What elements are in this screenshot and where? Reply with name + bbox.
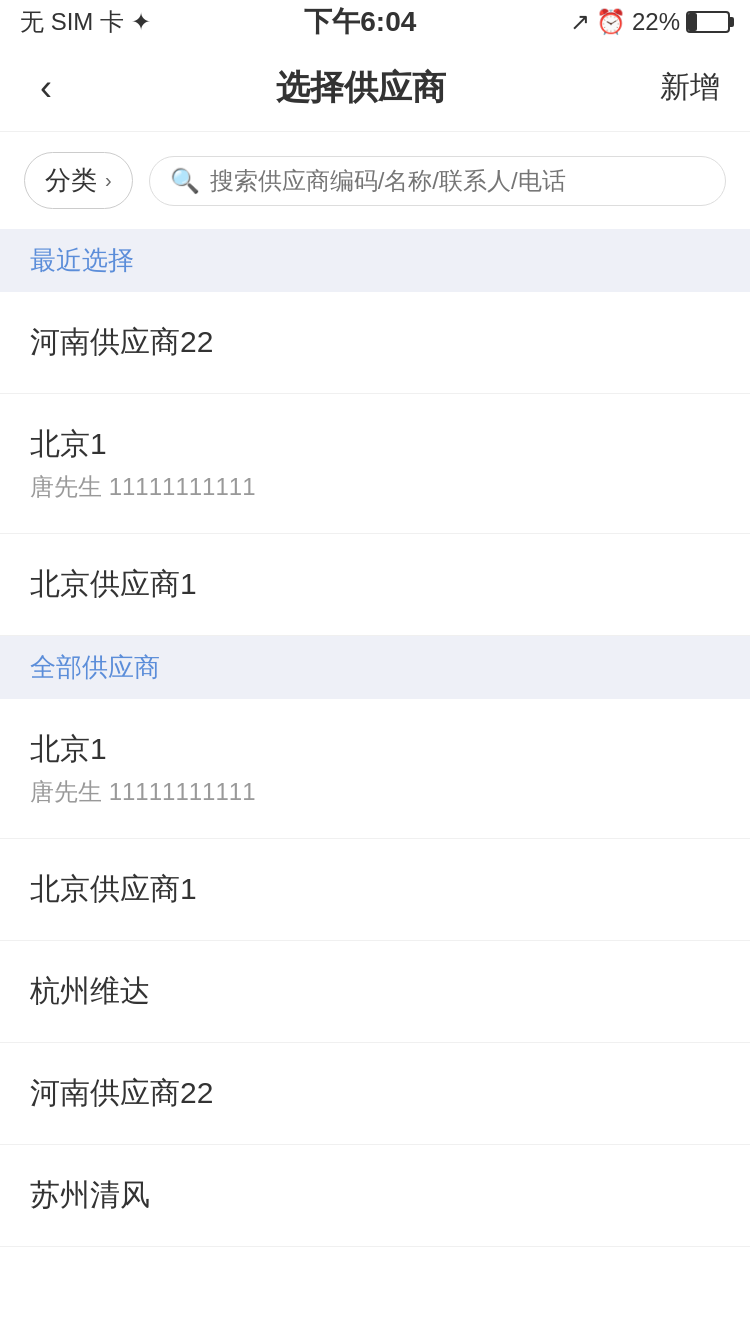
item-name: 河南供应商22 bbox=[30, 322, 720, 363]
item-name: 杭州维达 bbox=[30, 971, 720, 1012]
alarm-icon: ⏰ bbox=[596, 8, 626, 36]
all-section-header: 全部供应商 bbox=[0, 636, 750, 699]
list-item[interactable]: 河南供应商22 bbox=[0, 292, 750, 394]
item-sub: 唐先生 11111111111 bbox=[30, 776, 720, 808]
list-item[interactable]: 苏州清风 bbox=[0, 1145, 750, 1247]
list-item[interactable]: 河南供应商22 bbox=[0, 1043, 750, 1145]
battery-percent: 22% bbox=[632, 8, 680, 36]
item-name: 北京1 bbox=[30, 424, 720, 465]
search-input[interactable] bbox=[210, 167, 705, 195]
recent-items-list: 河南供应商22 北京1 唐先生 11111111111 北京供应商1 bbox=[0, 292, 750, 636]
status-bar: 无 SIM 卡 ✦ 下午6:04 ↗ ⏰ 22% bbox=[0, 0, 750, 44]
recent-section-label: 最近选择 bbox=[30, 245, 134, 275]
search-icon: 🔍 bbox=[170, 167, 200, 195]
all-items-list: 北京1 唐先生 11111111111 北京供应商1 杭州维达河南供应商22 苏州清风 bbox=[0, 699, 750, 1247]
list-item[interactable]: 北京供应商1 bbox=[0, 534, 750, 636]
category-button[interactable]: 分类 › bbox=[24, 152, 133, 209]
recent-section-header: 最近选择 bbox=[0, 229, 750, 292]
battery-icon bbox=[686, 11, 730, 33]
chevron-right-icon: › bbox=[105, 169, 112, 192]
page-title: 选择供应商 bbox=[276, 65, 446, 111]
status-time: 下午6:04 bbox=[304, 3, 416, 41]
sim-status: 无 SIM 卡 ✦ bbox=[20, 6, 151, 38]
list-item[interactable]: 北京1 唐先生 11111111111 bbox=[0, 394, 750, 534]
all-section-label: 全部供应商 bbox=[30, 652, 160, 682]
item-name: 北京供应商1 bbox=[30, 869, 720, 910]
list-item[interactable]: 北京1 唐先生 11111111111 bbox=[0, 699, 750, 839]
status-right: ↗ ⏰ 22% bbox=[570, 8, 730, 36]
list-item[interactable]: 杭州维达 bbox=[0, 941, 750, 1043]
location-icon: ↗ bbox=[570, 8, 590, 36]
add-button[interactable]: 新增 bbox=[660, 67, 720, 108]
filter-bar: 分类 › 🔍 bbox=[0, 132, 750, 229]
nav-bar: ‹ 选择供应商 新增 bbox=[0, 44, 750, 132]
item-name: 北京供应商1 bbox=[30, 564, 720, 605]
status-left: 无 SIM 卡 ✦ bbox=[20, 6, 151, 38]
item-name: 北京1 bbox=[30, 729, 720, 770]
list-item[interactable]: 北京供应商1 bbox=[0, 839, 750, 941]
category-label: 分类 bbox=[45, 163, 97, 198]
back-button[interactable]: ‹ bbox=[30, 57, 62, 119]
item-sub: 唐先生 11111111111 bbox=[30, 471, 720, 503]
search-box[interactable]: 🔍 bbox=[149, 156, 726, 206]
item-name: 苏州清风 bbox=[30, 1175, 720, 1216]
item-name: 河南供应商22 bbox=[30, 1073, 720, 1114]
